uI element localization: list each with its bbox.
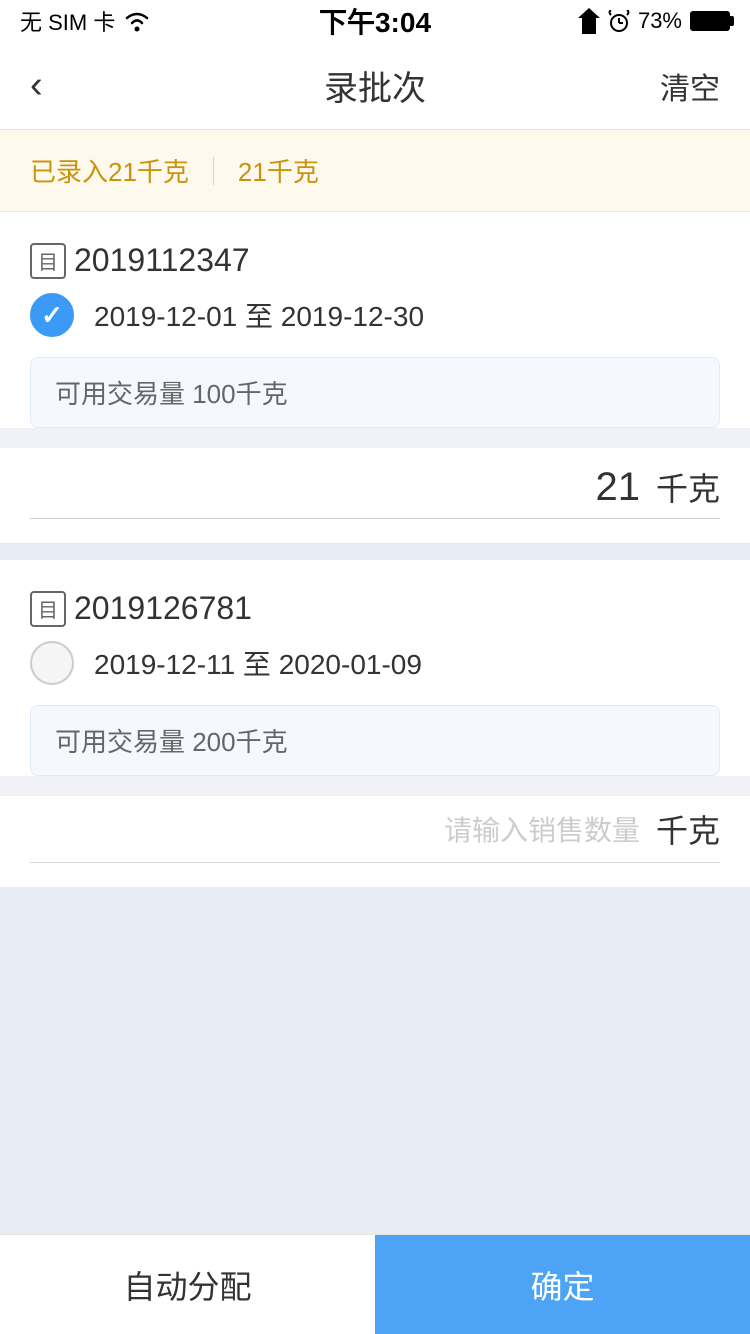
battery-icon (690, 11, 730, 31)
batch1-id-icon: 目 (30, 243, 66, 279)
batch2-id-icon: 目 (30, 591, 66, 627)
batch1-radio[interactable] (30, 293, 74, 337)
batch1-date-range: 2019-12-01 至 2019-12-30 (94, 295, 424, 335)
batch1-input-row: 千克 (0, 448, 750, 544)
confirm-button[interactable]: 确定 (375, 1235, 750, 1334)
batch2-input-placeholder: 请输入销售数量 (444, 809, 640, 849)
batch1-unit: 千克 (656, 464, 720, 510)
bottom-bar: 自动分配 确定 (0, 1234, 750, 1334)
batch2-input-row: 请输入销售数量 千克 (0, 796, 750, 887)
summary-banner: 已录入21千克 21千克 (0, 130, 750, 212)
batch1-date-row: 2019-12-01 至 2019-12-30 (30, 293, 720, 337)
alarm-icon (608, 10, 630, 32)
carrier-text: 无 SIM 卡 (20, 5, 115, 37)
status-bar-left: 无 SIM 卡 (20, 5, 151, 37)
batch1-available-qty: 可用交易量 100千克 (30, 357, 720, 428)
batch2-unit: 千克 (656, 806, 720, 852)
batch1-header: 目 2019112347 (30, 242, 720, 279)
batch1-id: 2019112347 (74, 242, 250, 279)
batch2-date-range: 2019-12-11 至 2020-01-09 (94, 643, 422, 683)
auto-distribute-button[interactable]: 自动分配 (0, 1235, 375, 1334)
batch-item-2: 目 2019126781 2019-12-11 至 2020-01-09 可用交… (0, 560, 750, 776)
batch1-qty-input[interactable] (125, 465, 640, 510)
status-bar-time: 下午3:04 (319, 1, 431, 41)
summary-recorded: 已录入21千克 (30, 152, 189, 189)
status-bar: 无 SIM 卡 下午3:04 73% (0, 0, 750, 42)
location-icon (578, 8, 600, 34)
batch2-radio[interactable] (30, 641, 74, 685)
clear-button[interactable]: 清空 (660, 64, 720, 108)
batch2-available-qty: 可用交易量 200千克 (30, 705, 720, 776)
page-title: 录批次 (324, 61, 426, 110)
status-bar-right: 73% (578, 8, 730, 34)
summary-value: 21千克 (238, 152, 319, 189)
back-button[interactable]: ‹ (30, 64, 90, 107)
battery-text: 73% (638, 8, 682, 34)
batch2-date-row: 2019-12-11 至 2020-01-09 (30, 641, 720, 685)
batch2-header: 目 2019126781 (30, 590, 720, 627)
wifi-icon (123, 10, 151, 32)
batch2-id: 2019126781 (74, 590, 252, 627)
section-separator (0, 544, 750, 560)
summary-divider (213, 157, 214, 185)
nav-bar: ‹ 录批次 清空 (0, 42, 750, 130)
batch-item-1: 目 2019112347 2019-12-01 至 2019-12-30 可用交… (0, 212, 750, 428)
empty-area (0, 887, 750, 1267)
